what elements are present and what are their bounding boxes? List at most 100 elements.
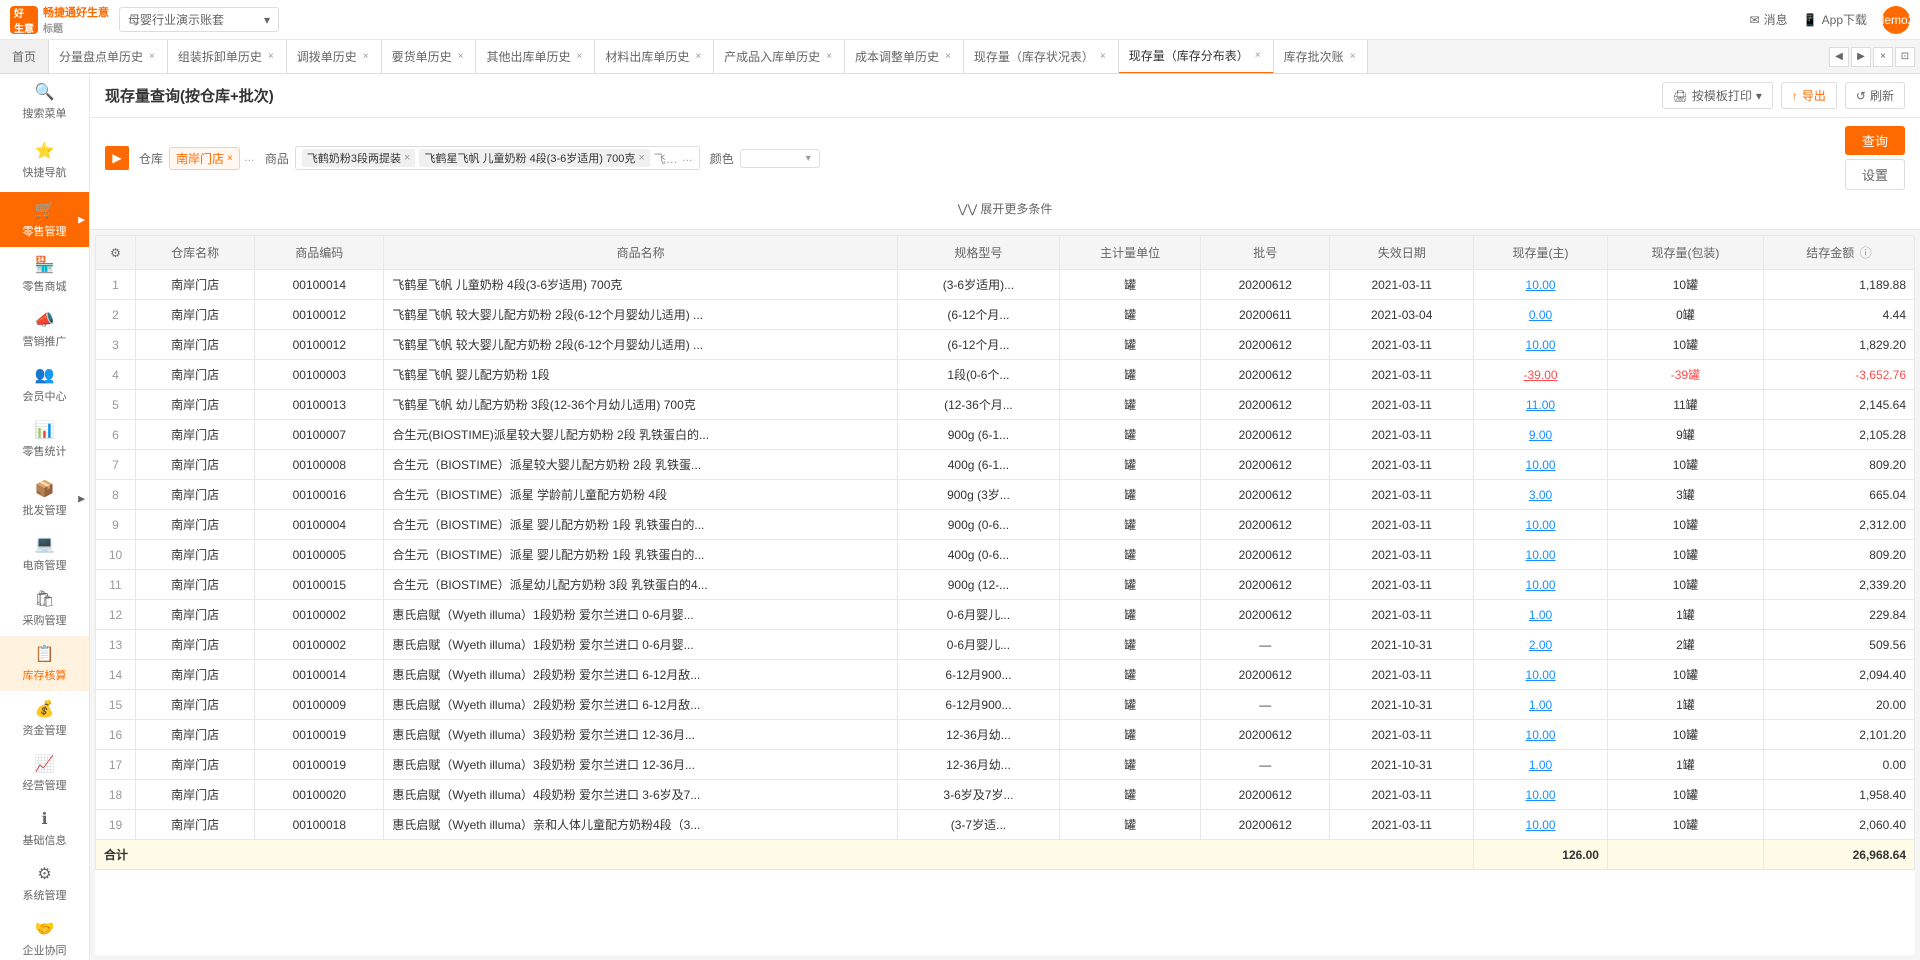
row-spec: 0-6月婴儿... <box>897 600 1059 630</box>
tab-maximize-btn[interactable]: ⊡ <box>1895 47 1915 67</box>
product-tag-1[interactable]: 飞鹤奶粉3段两提装 × <box>302 149 416 167</box>
sidebar-item-basics[interactable]: ℹ 基础信息 <box>0 801 89 856</box>
warehouse-tag[interactable]: 南岸门店 × <box>169 147 240 170</box>
close-icon[interactable]: × <box>456 50 466 63</box>
app-subtitle: 标题 <box>43 20 109 35</box>
sidebar-item-retail[interactable]: 🛒 零售管理 ▶ <box>0 192 89 247</box>
product-tag-2[interactable]: 飞鹤星飞帆 儿童奶粉 4段(3-6岁适用) 700克 × <box>419 149 649 167</box>
tab-yaohuo[interactable]: 要货单历史 × <box>382 40 477 74</box>
sidebar-item-wholesale[interactable]: 📦 批发管理 ▶ <box>0 471 89 526</box>
sidebar-item-purchase[interactable]: 🛍 采购管理 <box>0 581 89 636</box>
query-button[interactable]: 查询 <box>1845 126 1905 155</box>
close-icon[interactable]: × <box>574 50 584 63</box>
tab-chengben[interactable]: 成本调整单历史 × <box>845 40 964 74</box>
row-qty[interactable]: 10.00 <box>1474 660 1608 690</box>
tab-chengpin[interactable]: 产成品入库单历史 × <box>714 40 845 74</box>
sidebar-item-nav[interactable]: ⭐ 快捷导航 <box>0 133 89 188</box>
messages-button[interactable]: ✉ 消息 <box>1750 11 1788 28</box>
product-filter-input[interactable]: 飞鹤奶粉3段两提装 × 飞鹤星飞帆 儿童奶粉 4段(3-6岁适用) 700克 ×… <box>295 146 700 170</box>
setting-button[interactable]: 设置 <box>1845 159 1905 190</box>
row-code: 00100019 <box>255 720 384 750</box>
sidebar-item-store[interactable]: 🏪 零售商城 <box>0 247 89 302</box>
row-qty[interactable]: 10.00 <box>1474 780 1608 810</box>
filter-toggle-btn[interactable]: ▶ <box>105 146 129 170</box>
close-icon[interactable]: × <box>943 50 953 63</box>
row-warehouse: 南岸门店 <box>136 600 255 630</box>
close-icon[interactable]: × <box>361 50 371 63</box>
row-qty[interactable]: 1.00 <box>1474 750 1608 780</box>
app-download-button[interactable]: 📱 App下载 <box>1803 11 1867 28</box>
row-name: 飞鹤星飞帆 较大婴儿配方奶粉 2段(6-12个月婴幼儿适用) ... <box>384 330 898 360</box>
close-icon[interactable]: × <box>404 152 410 164</box>
close-icon[interactable]: × <box>266 50 276 63</box>
row-qty[interactable]: 11.00 <box>1474 390 1608 420</box>
tab-kucun-status[interactable]: 现存量（库存状况表）× <box>964 40 1119 74</box>
row-qty[interactable]: 10.00 <box>1474 330 1608 360</box>
row-qty[interactable]: 10.00 <box>1474 450 1608 480</box>
row-qty[interactable]: 10.00 <box>1474 270 1608 300</box>
row-warehouse: 南岸门店 <box>136 300 255 330</box>
row-expire: 2021-03-11 <box>1330 540 1474 570</box>
sidebar-item-ops[interactable]: 📈 经营管理 <box>0 746 89 801</box>
product-more[interactable]: 飞… <box>654 150 678 167</box>
close-icon[interactable]: × <box>227 153 233 164</box>
sidebar-item-search[interactable]: 🔍 搜索菜单 <box>0 74 89 129</box>
tab-home[interactable]: 首页 <box>0 40 49 74</box>
pc-icon: 💻 <box>35 534 55 554</box>
close-icon[interactable]: × <box>638 152 644 164</box>
industry-selector[interactable]: 母婴行业演示账套 ▾ <box>119 7 279 32</box>
refresh-button[interactable]: ↺ 刷新 <box>1845 82 1905 109</box>
tab-cailiao[interactable]: 材料出库单历史 × <box>595 40 714 74</box>
row-qty[interactable]: 10.00 <box>1474 510 1608 540</box>
row-batch: 20200612 <box>1201 780 1330 810</box>
print-button[interactable]: 🖨 按模板打印 ▾ <box>1662 82 1773 109</box>
sidebar-item-members[interactable]: 👥 会员中心 <box>0 357 89 412</box>
export-button[interactable]: ↑ 导出 <box>1781 82 1837 109</box>
row-unit: 罐 <box>1059 570 1200 600</box>
tab-prev-btn[interactable]: ◀ <box>1829 47 1849 67</box>
close-icon[interactable]: × <box>693 50 703 63</box>
row-unit: 罐 <box>1059 300 1200 330</box>
row-qty[interactable]: 1.00 <box>1474 600 1608 630</box>
row-expire: 2021-10-31 <box>1330 750 1474 780</box>
color-filter-input[interactable]: ▾ <box>740 149 820 168</box>
row-qty[interactable]: 10.00 <box>1474 810 1608 840</box>
close-icon[interactable]: × <box>1348 50 1358 63</box>
sidebar-item-inventory[interactable]: 📋 库存核算 <box>0 636 89 691</box>
tab-zuzhuang[interactable]: 组装拆卸单历史 × <box>168 40 287 74</box>
row-qty[interactable]: -39.00 <box>1474 360 1608 390</box>
row-qty[interactable]: 2.00 <box>1474 630 1608 660</box>
row-qty[interactable]: 10.00 <box>1474 570 1608 600</box>
info-icon[interactable]: ⓘ <box>1860 246 1872 260</box>
tab-qitachuку[interactable]: 其他出库单历史 × <box>476 40 595 74</box>
tab-next-btn[interactable]: ▶ <box>1851 47 1871 67</box>
sidebar-item-system[interactable]: ⚙ 系统管理 <box>0 856 89 911</box>
avatar[interactable]: demo2 <box>1882 6 1910 34</box>
row-qty[interactable]: 0.00 <box>1474 300 1608 330</box>
filter-dots-btn[interactable]: … <box>682 152 693 164</box>
row-qty[interactable]: 1.00 <box>1474 690 1608 720</box>
row-qty[interactable]: 3.00 <box>1474 480 1608 510</box>
tab-kucun-batch[interactable]: 库存批次账 × <box>1274 40 1369 74</box>
sidebar-item-ecom[interactable]: 💻 电商管理 <box>0 526 89 581</box>
tab-diaobo[interactable]: 调拨单历史 × <box>287 40 382 74</box>
tab-fenpan[interactable]: 分量盘点单历史 × <box>49 40 168 74</box>
printer-icon: 🖨 <box>1673 89 1688 103</box>
row-name: 惠氏启赋（Wyeth illuma）亲和人体儿童配方奶粉4段（3... <box>384 810 898 840</box>
close-icon[interactable]: × <box>1098 50 1108 63</box>
expand-filter-btn[interactable]: ⋁⋁ 展开更多条件 <box>954 196 1057 221</box>
row-qty[interactable]: 9.00 <box>1474 420 1608 450</box>
close-icon[interactable]: × <box>147 50 157 63</box>
sidebar-item-finance[interactable]: 💰 资金管理 <box>0 691 89 746</box>
row-qty[interactable]: 10.00 <box>1474 720 1608 750</box>
th-settings[interactable]: ⚙ <box>96 236 136 270</box>
close-icon[interactable]: × <box>1253 49 1263 62</box>
sidebar-item-marketing[interactable]: 📣 营销推广 <box>0 302 89 357</box>
tab-kucun-dist[interactable]: 现存量（库存分布表）× <box>1119 40 1274 74</box>
sidebar-item-corp[interactable]: 🤝 企业协同 <box>0 911 89 960</box>
row-qty[interactable]: 10.00 <box>1474 540 1608 570</box>
tab-close-btn[interactable]: × <box>1873 47 1893 67</box>
filter-more-btn[interactable]: … <box>244 152 255 164</box>
close-icon[interactable]: × <box>824 50 834 63</box>
sidebar-item-retail-stats[interactable]: 📊 零售统计 <box>0 412 89 467</box>
